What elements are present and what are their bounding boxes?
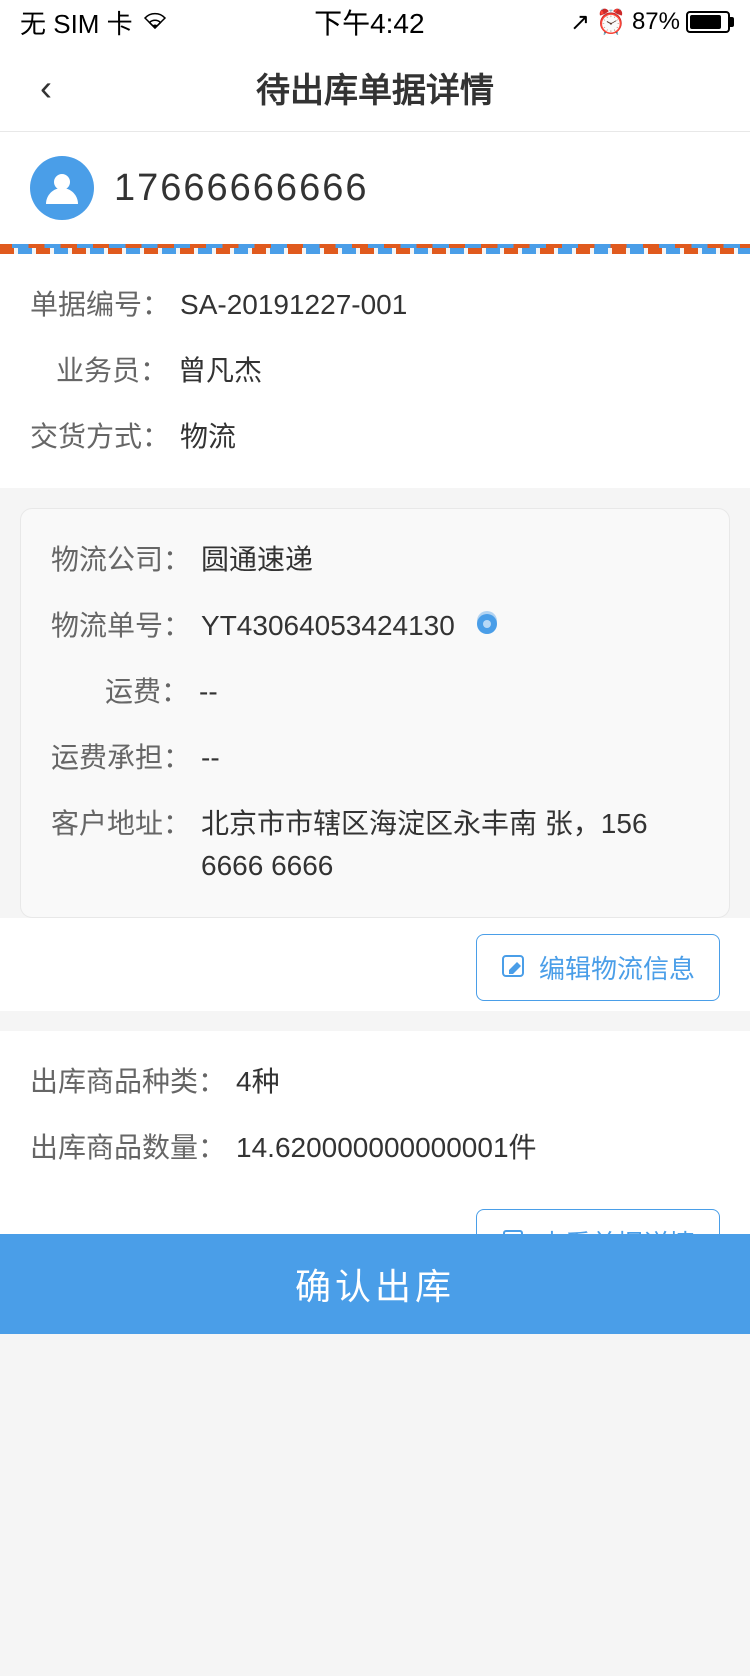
document-number-row: 单据编号： SA-20191227-001 bbox=[30, 284, 720, 326]
status-indicators: ↗ ⏰ 87% bbox=[570, 8, 730, 37]
document-number-label: 单据编号： bbox=[30, 284, 180, 326]
freight-bearer-value: -- bbox=[201, 737, 699, 779]
logistics-company-value: 圆通速递 bbox=[201, 539, 699, 581]
tracking-number-row: 物流单号： YT43064053424130 bbox=[51, 605, 699, 647]
customer-phone: 17666666666 bbox=[114, 167, 368, 210]
battery-icon bbox=[686, 11, 730, 33]
status-carrier: 无 SIM 卡 bbox=[20, 4, 169, 41]
quantity-row: 出库商品数量： 14.620000000000001件 bbox=[30, 1127, 720, 1169]
tracking-number-value: YT43064053424130 bbox=[201, 605, 699, 647]
freight-label: 运费： bbox=[51, 671, 199, 713]
category-value: 4种 bbox=[236, 1061, 720, 1103]
edit-icon bbox=[501, 954, 529, 982]
salesperson-row: 业务员： 曾凡杰 bbox=[30, 350, 720, 392]
salesperson-value: 曾凡杰 bbox=[178, 350, 720, 392]
quantity-value: 14.620000000000001件 bbox=[236, 1127, 720, 1169]
battery-percentage: 87% bbox=[632, 8, 680, 36]
customer-header: 17666666666 bbox=[0, 132, 750, 248]
category-row: 出库商品种类： 4种 bbox=[30, 1061, 720, 1103]
freight-bearer-label: 运费承担： bbox=[51, 737, 201, 779]
delivery-method-row: 交货方式： 物流 bbox=[30, 416, 720, 458]
wifi-icon bbox=[141, 12, 169, 32]
avatar bbox=[30, 156, 94, 220]
tracking-number-label: 物流单号： bbox=[51, 605, 201, 647]
status-time: 下午4:42 bbox=[314, 2, 425, 42]
edit-action-row: 编辑物流信息 bbox=[30, 918, 720, 1011]
address-label: 客户地址： bbox=[51, 803, 201, 845]
nav-bar: ‹ 待出库单据详情 bbox=[0, 44, 750, 132]
delivery-method-value: 物流 bbox=[180, 416, 720, 458]
freight-bearer-row: 运费承担： -- bbox=[51, 737, 699, 779]
logistics-company-label: 物流公司： bbox=[51, 539, 201, 581]
section-divider bbox=[0, 1011, 750, 1031]
basic-info-section: 单据编号： SA-20191227-001 业务员： 曾凡杰 交货方式： 物流 bbox=[0, 254, 750, 488]
edit-logistics-label: 编辑物流信息 bbox=[539, 949, 695, 986]
person-icon bbox=[42, 168, 82, 208]
location-status-icon: ↗ bbox=[570, 8, 590, 37]
address-row: 客户地址： 北京市市辖区海淀区永丰南 张，156 6666 6666 bbox=[51, 803, 699, 887]
map-pin-icon[interactable] bbox=[469, 608, 505, 644]
alarm-icon: ⏰ bbox=[596, 8, 626, 37]
confirm-outbound-bar[interactable]: 确认出库 bbox=[0, 1234, 750, 1334]
salesperson-label: 业务员： bbox=[30, 350, 178, 392]
confirm-outbound-label: 确认出库 bbox=[295, 1258, 455, 1310]
bottom-spacer bbox=[0, 1336, 750, 1576]
back-button[interactable]: ‹ bbox=[30, 57, 62, 119]
logistics-company-row: 物流公司： 圆通速递 bbox=[51, 539, 699, 581]
category-label: 出库商品种类： bbox=[30, 1061, 236, 1103]
document-number-value: SA-20191227-001 bbox=[180, 284, 720, 326]
address-value: 北京市市辖区海淀区永丰南 张，156 6666 6666 bbox=[201, 803, 699, 887]
quantity-label: 出库商品数量： bbox=[30, 1127, 236, 1169]
delivery-method-label: 交货方式： bbox=[30, 416, 180, 458]
logistics-section: 物流公司： 圆通速递 物流单号： YT43064053424130 运费： --… bbox=[20, 508, 730, 918]
status-bar: 无 SIM 卡 下午4:42 ↗ ⏰ 87% bbox=[0, 0, 750, 44]
page-title: 待出库单据详情 bbox=[256, 63, 494, 112]
freight-row: 运费： -- bbox=[51, 671, 699, 713]
freight-value: -- bbox=[199, 671, 699, 713]
edit-logistics-container: 编辑物流信息 bbox=[0, 918, 750, 1011]
edit-logistics-button[interactable]: 编辑物流信息 bbox=[476, 934, 720, 1001]
